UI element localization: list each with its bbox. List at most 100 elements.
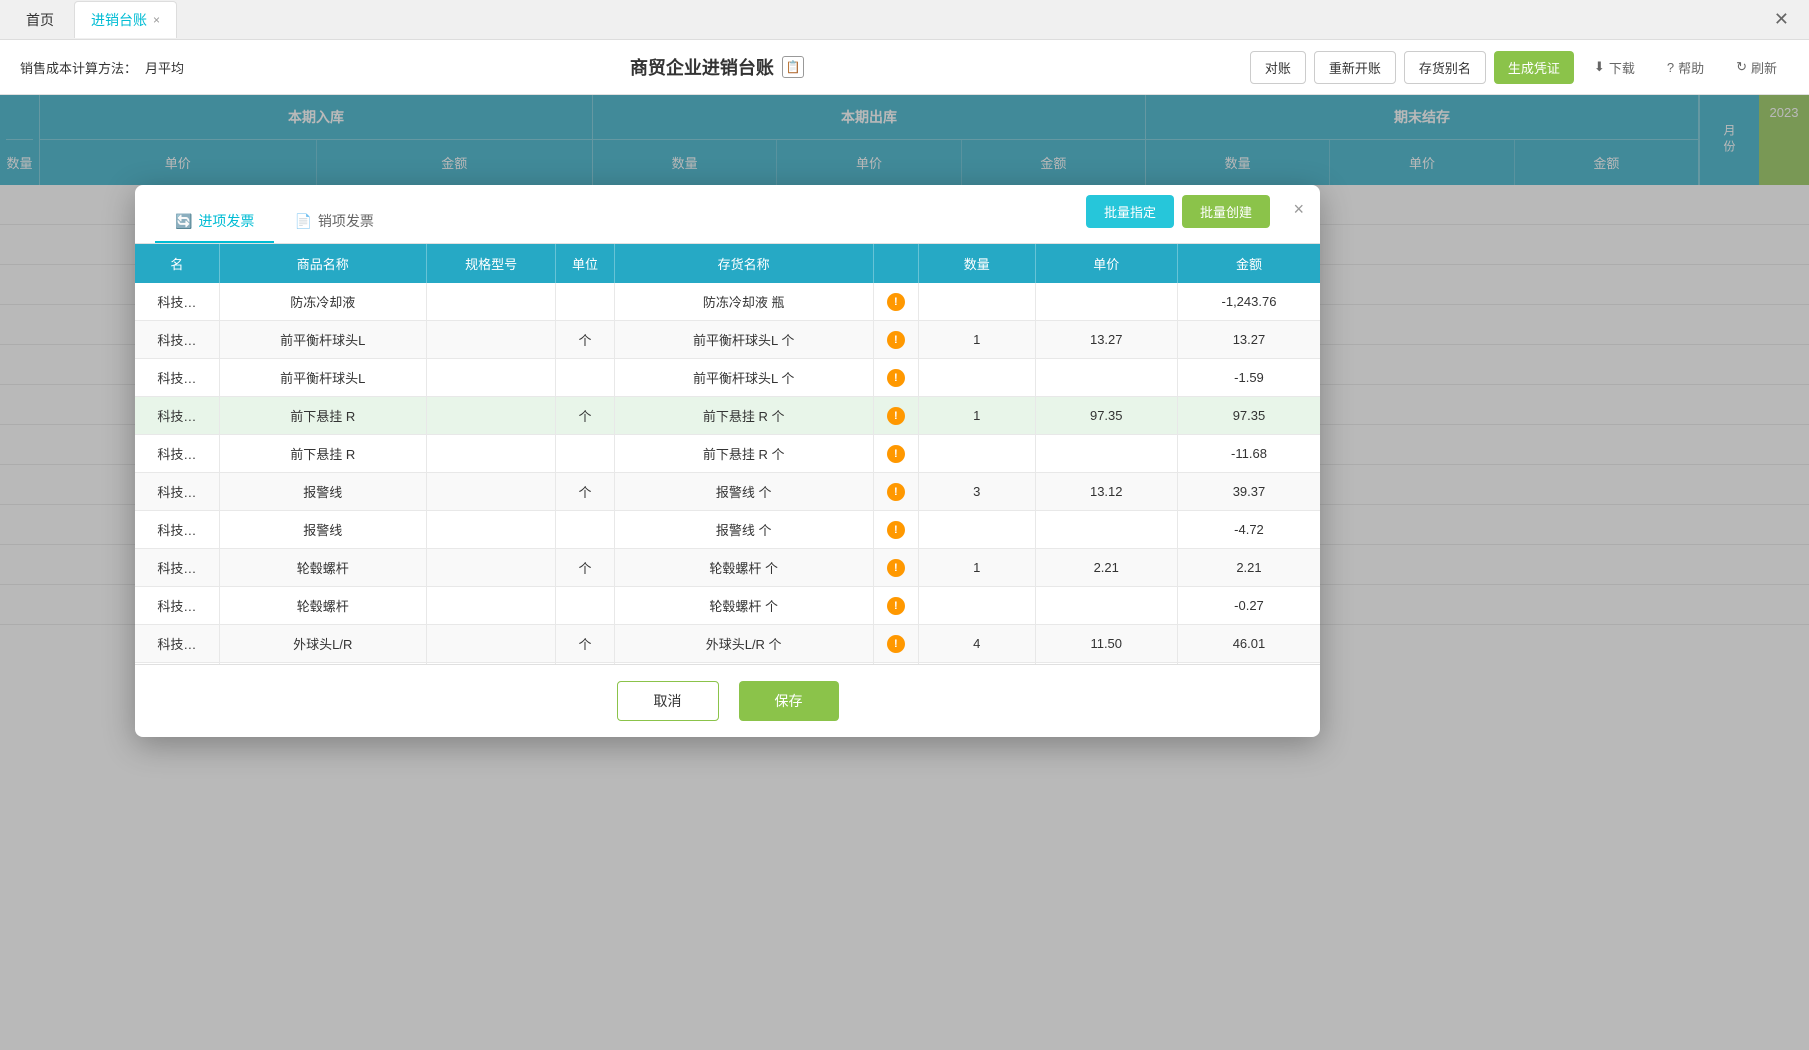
warning-icon: ! bbox=[887, 597, 905, 615]
tab-close-icon[interactable]: × bbox=[153, 13, 160, 27]
cell-product: 轮毂螺杆 bbox=[219, 549, 426, 587]
warning-icon: ! bbox=[887, 331, 905, 349]
cell-qty bbox=[918, 587, 1035, 625]
table-row: 科技…前下悬挂 R个前下悬挂 R 个!197.3597.35 bbox=[135, 397, 1320, 435]
col-unit-price: 单价 bbox=[1035, 244, 1177, 283]
title-doc-icon: 📋 bbox=[782, 56, 804, 78]
cell-amount: 97.35 bbox=[1177, 397, 1320, 435]
dialog-close-button[interactable]: × bbox=[1293, 199, 1304, 220]
cell-warn: ! bbox=[873, 283, 918, 321]
table-header-row: 名 商品名称 规格型号 单位 存货名称 数量 单价 金额 bbox=[135, 244, 1320, 283]
table-row: 科技…报警线个报警线 个!313.1239.37 bbox=[135, 473, 1320, 511]
refresh-icon: ↻ bbox=[1736, 59, 1747, 75]
save-button[interactable]: 保存 bbox=[739, 681, 839, 721]
tab-output-invoice[interactable]: 📄 销项发票 bbox=[274, 201, 393, 243]
cell-company: 科技… bbox=[135, 435, 219, 473]
table-row: 科技…报警线报警线 个!-4.72 bbox=[135, 511, 1320, 549]
cell-product: 前平衡杆球头L bbox=[219, 359, 426, 397]
cell-qty bbox=[918, 511, 1035, 549]
cell-unit bbox=[556, 435, 614, 473]
page-title: 商贸企业进销台账 📋 bbox=[184, 54, 1250, 80]
cancel-button[interactable]: 取消 bbox=[617, 681, 719, 721]
cell-warn: ! bbox=[873, 587, 918, 625]
refresh-button[interactable]: ↻ 刷新 bbox=[1724, 51, 1789, 84]
cell-price: 97.35 bbox=[1035, 397, 1177, 435]
cell-price bbox=[1035, 435, 1177, 473]
warning-icon: ! bbox=[887, 559, 905, 577]
warning-icon: ! bbox=[887, 521, 905, 539]
cell-product: 外球头L/R bbox=[219, 625, 426, 663]
warning-icon: ! bbox=[887, 635, 905, 653]
cell-product: 前下悬挂 R bbox=[219, 397, 426, 435]
warning-icon: ! bbox=[887, 293, 905, 311]
dialog-header: 🔄 进项发票 📄 销项发票 批量指定 批量创建 × bbox=[135, 185, 1320, 244]
cell-spec bbox=[426, 359, 556, 397]
generate-voucher-button[interactable]: 生成凭证 bbox=[1494, 51, 1574, 84]
cell-warn: ! bbox=[873, 321, 918, 359]
tab-ledger[interactable]: 进销台账 × bbox=[74, 1, 177, 38]
input-invoice-label: 进项发票 bbox=[198, 211, 254, 231]
col-company: 名 bbox=[135, 244, 219, 283]
table-row: 科技…外球头L/R个外球头L/R 个!411.5046.01 bbox=[135, 625, 1320, 663]
cell-company: 科技… bbox=[135, 587, 219, 625]
cost-label: 销售成本计算方法： bbox=[20, 58, 137, 77]
cell-warn: ! bbox=[873, 359, 918, 397]
cell-inventory: 前下悬挂 R 个 bbox=[614, 435, 873, 473]
table-row: 科技…前下悬挂 R前下悬挂 R 个!-11.68 bbox=[135, 435, 1320, 473]
cell-qty bbox=[918, 283, 1035, 321]
col-product-name: 商品名称 bbox=[219, 244, 426, 283]
cell-amount: -11.68 bbox=[1177, 435, 1320, 473]
col-warn bbox=[873, 244, 918, 283]
cell-spec bbox=[426, 511, 556, 549]
cell-company: 科技… bbox=[135, 397, 219, 435]
cell-inventory: 轮毂螺杆 个 bbox=[614, 549, 873, 587]
tab-input-invoice[interactable]: 🔄 进项发票 bbox=[155, 201, 274, 243]
cell-product: 报警线 bbox=[219, 511, 426, 549]
cell-company: 科技… bbox=[135, 321, 219, 359]
window-close-button[interactable]: ✕ bbox=[1764, 5, 1799, 34]
cell-amount: -0.27 bbox=[1177, 587, 1320, 625]
save-name-button[interactable]: 存货别名 bbox=[1404, 51, 1486, 84]
invoice-table: 名 商品名称 规格型号 单位 存货名称 数量 单价 金额 科技…防冻冷却液防冻冷… bbox=[135, 244, 1320, 664]
table-row: 科技…轮毂螺杆轮毂螺杆 个!-0.27 bbox=[135, 587, 1320, 625]
cell-qty: 1 bbox=[918, 397, 1035, 435]
cell-inventory: 前平衡杆球头L 个 bbox=[614, 321, 873, 359]
cell-qty: 3 bbox=[918, 473, 1035, 511]
cell-unit: 个 bbox=[556, 397, 614, 435]
batch-assign-button[interactable]: 批量指定 bbox=[1086, 195, 1174, 228]
reopen-button[interactable]: 重新开账 bbox=[1314, 51, 1396, 84]
cell-inventory: 报警线 个 bbox=[614, 473, 873, 511]
warning-icon: ! bbox=[887, 445, 905, 463]
download-icon: ⬇ bbox=[1594, 59, 1605, 75]
download-button[interactable]: ⬇ 下载 bbox=[1582, 51, 1647, 84]
cell-unit: 个 bbox=[556, 625, 614, 663]
cell-qty: 1 bbox=[918, 549, 1035, 587]
cell-amount: 39.37 bbox=[1177, 473, 1320, 511]
cell-price bbox=[1035, 359, 1177, 397]
cell-company: 科技… bbox=[135, 473, 219, 511]
output-invoice-icon: 📄 bbox=[294, 213, 311, 230]
batch-buttons: 批量指定 批量创建 bbox=[1086, 195, 1270, 228]
table-row: 科技…前平衡杆球头L前平衡杆球头L 个!-1.59 bbox=[135, 359, 1320, 397]
toolbar-buttons: 对账 重新开账 存货别名 生成凭证 ⬇ 下载 ? 帮助 ↻ 刷新 bbox=[1250, 51, 1789, 84]
reconcile-button[interactable]: 对账 bbox=[1250, 51, 1306, 84]
warning-icon: ! bbox=[887, 369, 905, 387]
cell-warn: ! bbox=[873, 435, 918, 473]
col-unit: 单位 bbox=[556, 244, 614, 283]
cost-method: 月平均 bbox=[145, 58, 184, 77]
table-row: 科技…防冻冷却液防冻冷却液 瓶!-1,243.76 bbox=[135, 283, 1320, 321]
tab-home[interactable]: 首页 bbox=[10, 2, 70, 38]
cell-amount: -4.72 bbox=[1177, 511, 1320, 549]
cell-inventory: 轮毂螺杆 个 bbox=[614, 587, 873, 625]
cell-inventory: 前平衡杆球头L 个 bbox=[614, 359, 873, 397]
col-spec: 规格型号 bbox=[426, 244, 556, 283]
cell-spec bbox=[426, 397, 556, 435]
dialog-footer: 取消 保存 bbox=[135, 664, 1320, 737]
batch-create-button[interactable]: 批量创建 bbox=[1182, 195, 1270, 228]
cell-spec bbox=[426, 625, 556, 663]
col-amount: 金额 bbox=[1177, 244, 1320, 283]
cell-unit bbox=[556, 587, 614, 625]
cell-company: 科技… bbox=[135, 511, 219, 549]
cell-amount: 2.21 bbox=[1177, 549, 1320, 587]
help-button[interactable]: ? 帮助 bbox=[1655, 51, 1716, 84]
